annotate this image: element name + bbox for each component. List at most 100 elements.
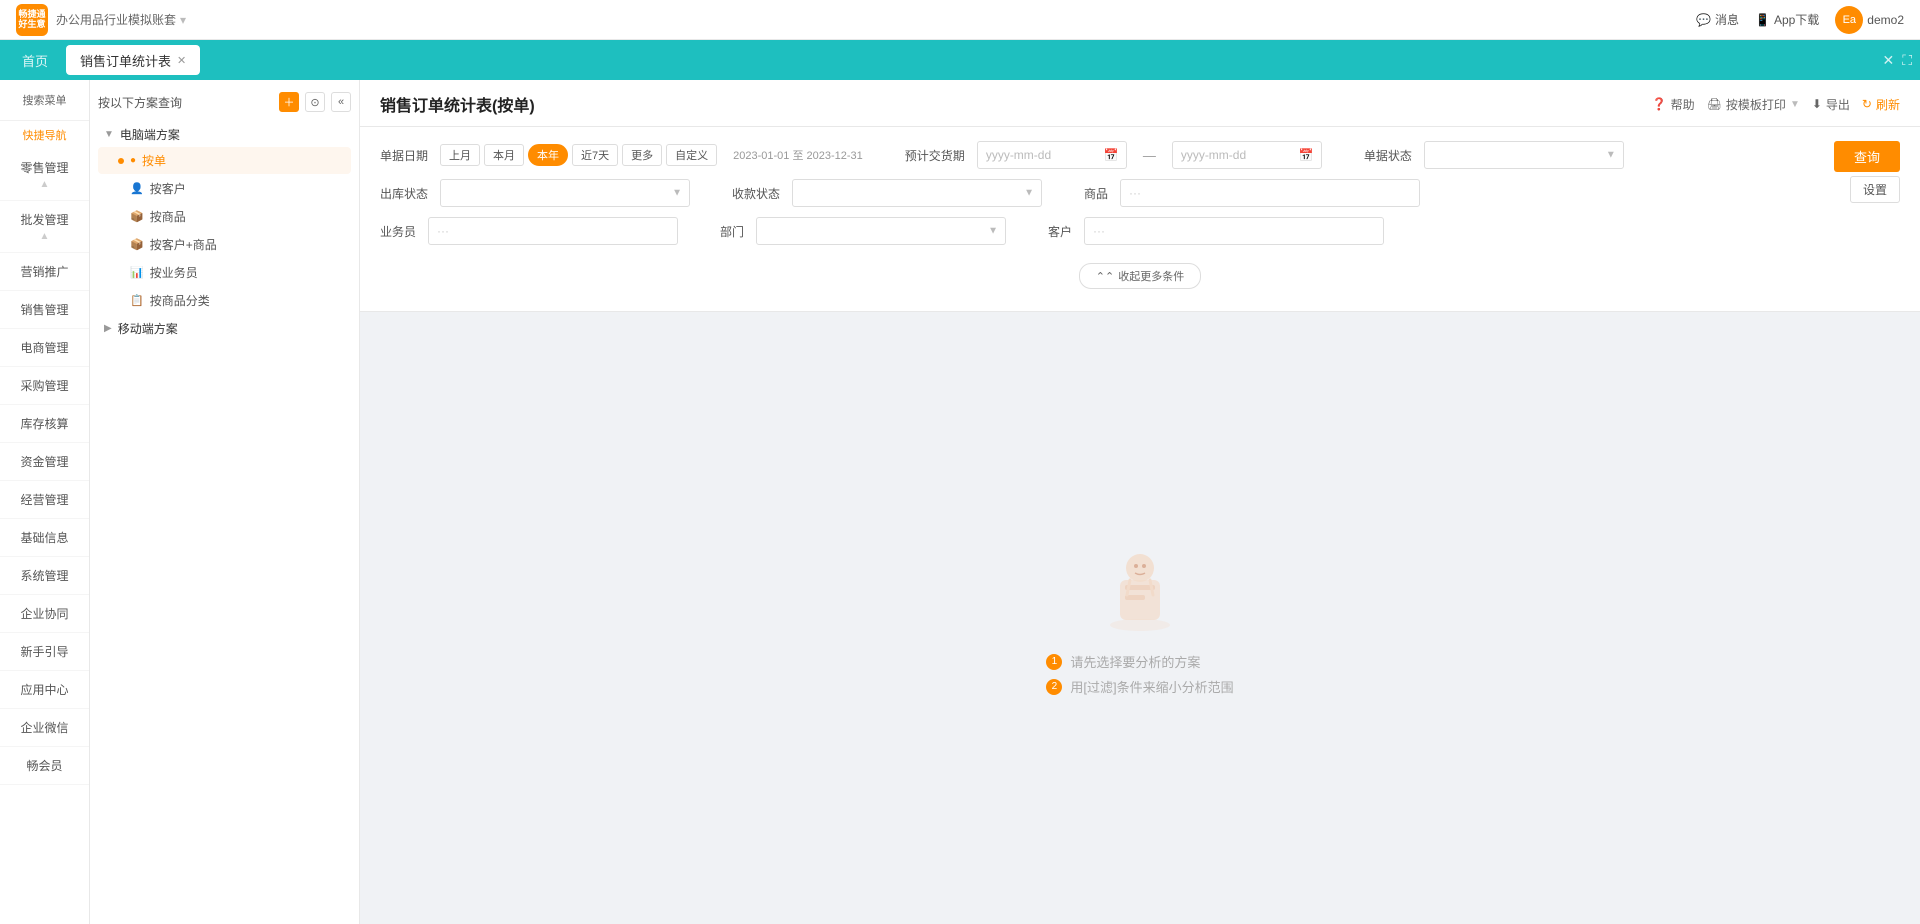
right-content: 销售订单统计表(按单) ❓ 帮助 🖨 按模板打印 ▼ ⬇ 导出 — [360, 80, 1920, 924]
tree-item-by-staff[interactable]: 📊 按业务员 — [98, 259, 351, 286]
user-avatar[interactable]: Ea demo2 — [1835, 6, 1904, 34]
page-title: 销售订单统计表(按单) — [380, 92, 535, 116]
salesperson-label: 业务员 — [380, 223, 416, 240]
sidebar-item-label: 批发管理 — [4, 211, 85, 228]
date-btn-this-year[interactable]: 本年 — [528, 144, 568, 166]
template-print-button[interactable]: 🖨 按模板打印 ▼ — [1707, 96, 1800, 113]
sidebar-item-inventory[interactable]: 库存核算 — [0, 405, 89, 443]
status-select[interactable] — [1424, 141, 1624, 169]
tree-item-by-order[interactable]: ● 按单 — [98, 147, 351, 174]
tree-group-arrow-icon: ▼ — [104, 129, 114, 140]
tree-item-label: 按业务员 — [150, 264, 198, 281]
date-btn-custom[interactable]: 自定义 — [666, 144, 717, 166]
goods-label: 商品 — [1084, 185, 1108, 202]
tree-group-pc-header[interactable]: ▼ 电脑端方案 — [98, 122, 351, 147]
salesperson-more-icon[interactable]: ··· — [437, 224, 449, 238]
date-btn-last-month[interactable]: 上月 — [440, 144, 480, 166]
add-scheme-icon[interactable]: ＋ — [279, 92, 299, 112]
sidebar-item-wholesale[interactable]: 批发管理 ▲ — [0, 201, 89, 253]
calendar-start-icon[interactable]: 📅 — [1104, 148, 1119, 162]
content-area: 按以下方案查询 ＋ ⊙ « ▼ 电脑端方案 ● 按单 — [90, 80, 1920, 924]
topbar-left: 畅捷通好生意 办公用品行业模拟账套 ▾ — [16, 4, 186, 36]
empty-state: 1 请先选择要分析的方案 2 用[过滤]条件来缩小分析范围 — [360, 312, 1920, 924]
tree-item-by-category[interactable]: 📋 按商品分类 — [98, 287, 351, 314]
setting-button[interactable]: 设置 — [1850, 176, 1900, 203]
sidebar-item-label: 企业微信 — [4, 719, 85, 736]
logo-icon: 畅捷通好生意 — [16, 4, 48, 36]
tree-group-mobile-header[interactable]: ▶ 移动端方案 — [98, 316, 351, 341]
date-label: 单据日期 — [380, 147, 428, 164]
sidebar-search-button[interactable]: 搜索菜单 — [8, 88, 81, 112]
left-panel-header: 按以下方案查询 ＋ ⊙ « — [98, 92, 351, 112]
out-status-select[interactable] — [440, 179, 690, 207]
sidebar-item-sales[interactable]: 销售管理 — [0, 291, 89, 329]
sidebar-item-system[interactable]: 系统管理 — [0, 557, 89, 595]
calendar-end-icon[interactable]: 📅 — [1299, 148, 1314, 162]
sidebar-item-retail[interactable]: 零售管理 ▲ — [0, 149, 89, 201]
tree-item-by-customer-goods[interactable]: 📦 按客户+商品 — [98, 231, 351, 258]
edit-scheme-icon[interactable]: ⊙ — [305, 92, 325, 112]
tree-item-by-goods[interactable]: 📦 按商品 — [98, 203, 351, 230]
sidebar-item-basic[interactable]: 基础信息 — [0, 519, 89, 557]
hint-2-number: 2 — [1046, 679, 1062, 695]
sidebar-item-newbie[interactable]: 新手引导 — [0, 633, 89, 671]
sidebar-item-purchase[interactable]: 采购管理 — [0, 367, 89, 405]
topbar: 畅捷通好生意 办公用品行业模拟账套 ▾ 💬 消息 📱 App下载 Ea demo… — [0, 0, 1920, 40]
breadcrumb[interactable]: 办公用品行业模拟账套 ▾ — [56, 11, 186, 28]
message-icon: 💬 — [1696, 13, 1711, 27]
customer-more-icon[interactable]: ··· — [1093, 224, 1105, 238]
window-maximize-icon[interactable]: ⛶ — [1902, 52, 1912, 69]
message-btn[interactable]: 💬 消息 — [1696, 11, 1739, 28]
window-close-icon[interactable]: ✕ — [1882, 52, 1894, 69]
goods-more-icon[interactable]: ··· — [1129, 186, 1141, 200]
app-download-btn[interactable]: 📱 App下载 — [1755, 11, 1819, 28]
tree-item-icon: 👤 — [130, 182, 144, 195]
out-status-select-wrap: ▼ — [440, 179, 690, 207]
filter-row-3: 业务员 ··· 部门 ▼ 客户 — [380, 217, 1810, 245]
export-button[interactable]: ⬇ 导出 — [1812, 96, 1850, 113]
hint-2: 2 用[过滤]条件来缩小分析范围 — [1046, 677, 1233, 696]
date-btn-group: 上月 本月 本年 近7天 更多 自定义 — [440, 144, 717, 166]
tree-item-icon: ● — [130, 155, 136, 166]
help-button[interactable]: ❓ 帮助 — [1652, 96, 1695, 113]
sidebar-expand-icon: ▲ — [40, 231, 50, 242]
collapse-button[interactable]: ⌃⌃ 收起更多条件 — [1079, 263, 1201, 289]
sidebar-search-area: 搜索菜单 — [0, 80, 89, 121]
status-select-wrap: ▼ — [1424, 141, 1624, 169]
sidebar-quick-nav[interactable]: 快捷导航 — [0, 121, 89, 149]
tree-item-icon: 📦 — [130, 210, 144, 223]
sidebar-item-marketing[interactable]: 营销推广 — [0, 253, 89, 291]
query-button[interactable]: 查询 — [1834, 141, 1900, 172]
payment-status-select[interactable] — [792, 179, 1042, 207]
hint-2-text: 用[过滤]条件来缩小分析范围 — [1070, 677, 1233, 696]
tab-window-actions: ✕ ⛶ — [1882, 52, 1912, 69]
sidebar-item-app-center[interactable]: 应用中心 — [0, 671, 89, 709]
refresh-button[interactable]: ↻ 刷新 — [1862, 96, 1900, 113]
salesperson-input-wrap: ··· — [428, 217, 678, 245]
department-select-wrap: ▼ — [756, 217, 1006, 245]
sidebar-item-finance[interactable]: 资金管理 — [0, 443, 89, 481]
tree-item-label: 按客户+商品 — [150, 236, 217, 253]
sidebar-item-ecommerce[interactable]: 电商管理 — [0, 329, 89, 367]
sidebar-item-label: 新手引导 — [4, 643, 85, 660]
tab-report[interactable]: 销售订单统计表 ✕ — [66, 45, 200, 75]
sidebar-item-label: 营销推广 — [4, 263, 85, 280]
refresh-icon: ↻ — [1862, 97, 1872, 111]
sidebar-item-wechat[interactable]: 企业微信 — [0, 709, 89, 747]
sidebar-item-operation[interactable]: 经营管理 — [0, 481, 89, 519]
tab-close-icon[interactable]: ✕ — [177, 54, 186, 67]
status-label: 单据状态 — [1364, 147, 1412, 164]
expected-delivery-end-wrap: 📅 — [1172, 141, 1322, 169]
tree-item-icon: 📊 — [130, 266, 144, 279]
sidebar-item-member[interactable]: 畅会员 — [0, 747, 89, 785]
date-btn-this-month[interactable]: 本月 — [484, 144, 524, 166]
collapse-panel-icon[interactable]: « — [331, 92, 351, 112]
tree-item-by-customer[interactable]: 👤 按客户 — [98, 175, 351, 202]
help-icon: ❓ — [1652, 97, 1667, 111]
date-btn-7days[interactable]: 近7天 — [572, 144, 618, 166]
hint-1-number: 1 — [1046, 654, 1062, 670]
tab-home[interactable]: 首页 — [8, 45, 62, 75]
sidebar-item-corp[interactable]: 企业协同 — [0, 595, 89, 633]
department-select[interactable] — [756, 217, 1006, 245]
date-btn-more[interactable]: 更多 — [622, 144, 662, 166]
